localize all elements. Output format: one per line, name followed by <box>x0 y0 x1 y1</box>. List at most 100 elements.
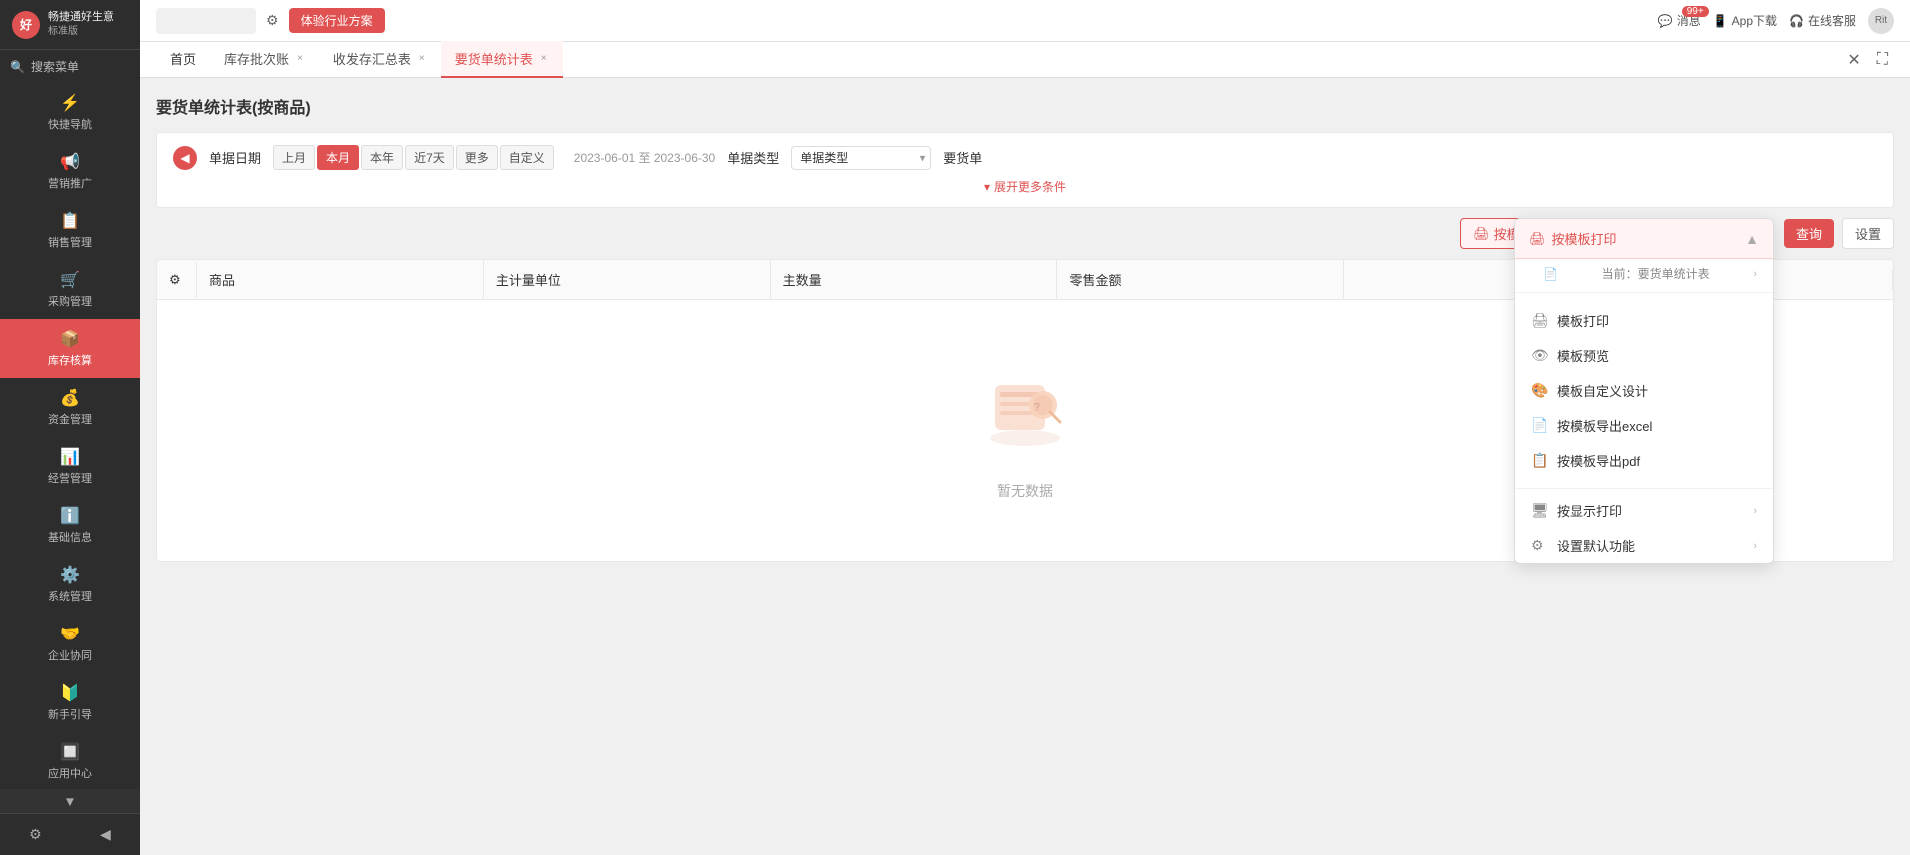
topbar: ⚙ 体验行业方案 💬 消息 99+ 📱 App下载 🎧 在线客服 Rit <box>140 0 1910 42</box>
order-type-label: 单据类型 <box>727 148 779 167</box>
tab-receipt-summary[interactable]: 收发存汇总表 × <box>319 41 441 78</box>
sidebar-scroll-down-btn[interactable]: ▼ <box>0 789 140 813</box>
template-design-icon: 🎨 <box>1531 382 1547 399</box>
sidebar-item-basic[interactable]: ℹ️ 基础信息 <box>0 496 140 555</box>
dropdown-items: 🖨 模板打印 👁 模板预览 🎨 模板自定义设计 📄 按模板导出excel <box>1515 297 1773 484</box>
order-type-select-wrapper: 单据类型 <box>791 146 931 170</box>
set-default-icon: ⚙ <box>1531 537 1547 554</box>
sidebar-item-guide[interactable]: 🔰 新手引导 <box>0 673 140 732</box>
dropdown-item-display-print[interactable]: 🖥 按显示打印 › <box>1515 493 1773 528</box>
date-btn-custom[interactable]: 自定义 <box>500 145 554 170</box>
th-settings[interactable]: ⚙ <box>157 262 197 298</box>
topbar-settings-btn[interactable]: ⚙ <box>260 10 285 31</box>
sidebar-item-finance[interactable]: 💰 资金管理 <box>0 378 140 437</box>
sidebar-item-marketing[interactable]: 📢 营销推广 <box>0 142 140 201</box>
finance-icon: 💰 <box>60 388 80 408</box>
inventory-icon: 📦 <box>60 329 80 349</box>
column-settings-icon: ⚙ <box>169 272 181 287</box>
dropdown-header: 🖨 按模板打印 ▲ <box>1515 219 1773 259</box>
display-print-icon: 🖥 <box>1531 502 1547 519</box>
query-btn[interactable]: 查询 <box>1784 219 1834 248</box>
settings-btn[interactable]: 设置 <box>1842 218 1894 249</box>
tab-close-batch-account[interactable]: × <box>295 52 305 65</box>
sidebar-item-purchase[interactable]: 🛒 采购管理 <box>0 260 140 319</box>
marketing-icon: 📢 <box>60 152 80 172</box>
topbar-search-box[interactable] <box>156 8 256 34</box>
search-menu-btn[interactable]: 🔍 搜索菜单 <box>0 50 140 83</box>
message-btn[interactable]: 💬 消息 99+ <box>1658 12 1701 29</box>
th-amount: 零售金额 <box>1057 260 1344 299</box>
print-dropdown-popup: 🖨 按模板打印 ▲ 📄 当前：要货单统计表 › 🖨 模板打印 <box>1514 218 1774 564</box>
sidebar-collapse-btn[interactable]: ◀ <box>96 822 115 847</box>
sidebar-item-operations[interactable]: 📊 经营管理 <box>0 437 140 496</box>
svg-text:?: ? <box>1034 402 1040 413</box>
filter-row: ◀ 单据日期 上月 本月 本年 近7天 更多 自定义 2023-06-01 至 … <box>173 145 1877 170</box>
date-btn-this-month[interactable]: 本月 <box>317 145 359 170</box>
dropdown-item-template-design[interactable]: 🎨 模板自定义设计 <box>1515 373 1773 408</box>
chevron-right-icon: › <box>1753 268 1757 280</box>
service-icon: 🎧 <box>1789 14 1804 28</box>
sidebar-nav: ⚡ 快捷导航 📢 营销推广 📋 销售管理 🛒 采购管理 📦 库存核算 💰 资金管… <box>0 83 140 789</box>
dropdown-item-export-pdf[interactable]: 📋 按模板导出pdf <box>1515 443 1773 478</box>
dropdown-item-set-default[interactable]: ⚙ 设置默认功能 › <box>1515 528 1773 563</box>
tab-expand-btn[interactable]: ⛶ <box>1871 48 1894 72</box>
empty-illustration: ? <box>975 360 1075 469</box>
th-quantity: 主数量 <box>771 260 1058 299</box>
app-download-btn[interactable]: 📱 App下载 <box>1713 12 1777 29</box>
dropdown-close-btn[interactable]: ▲ <box>1745 231 1759 247</box>
tab-close-btn[interactable]: ✕ <box>1841 48 1866 72</box>
demand-label: 要货单 <box>943 148 982 167</box>
dropdown-item-export-excel[interactable]: 📄 按模板导出excel <box>1515 408 1773 443</box>
trial-btn[interactable]: 体验行业方案 <box>289 8 385 33</box>
expand-icon: ▾ <box>984 180 990 194</box>
th-unit: 主计量单位 <box>484 260 771 299</box>
tab-bar: 首页 库存批次账 × 收发存汇总表 × 要货单统计表 × ✕ ⛶ <box>140 42 1910 78</box>
app-download-icon: 📱 <box>1713 14 1728 28</box>
topbar-right: 💬 消息 99+ 📱 App下载 🎧 在线客服 Rit <box>1658 8 1894 34</box>
sidebar-item-system[interactable]: ⚙️ 系统管理 <box>0 555 140 614</box>
tab-order-stats[interactable]: 要货单统计表 × <box>441 41 563 78</box>
sidebar-item-inventory[interactable]: 📦 库存核算 <box>0 319 140 378</box>
enterprise-icon: 🤝 <box>60 624 80 644</box>
apps-icon: 🔲 <box>60 742 80 762</box>
message-icon: 💬 <box>1658 14 1673 28</box>
sidebar-item-quick-nav[interactable]: ⚡ 快捷导航 <box>0 83 140 142</box>
tab-close-receipt-summary[interactable]: × <box>417 52 427 65</box>
user-btn[interactable]: Rit <box>1868 8 1894 34</box>
order-type-select[interactable]: 单据类型 <box>791 146 931 170</box>
dropdown-title: 🖨 按模板打印 <box>1529 229 1617 248</box>
online-service-btn[interactable]: 🎧 在线客服 <box>1789 12 1856 29</box>
page-content: 要货单统计表(按商品) ◀ 单据日期 上月 本月 本年 近7天 更多 自定义 2… <box>140 78 1910 855</box>
date-label: 单据日期 <box>209 148 261 167</box>
main-content: ⚙ 体验行业方案 💬 消息 99+ 📱 App下载 🎧 在线客服 Rit <box>140 0 1910 855</box>
date-btn-more[interactable]: 更多 <box>456 145 498 170</box>
filter-collapse-btn[interactable]: ◀ <box>173 146 197 170</box>
sales-icon: 📋 <box>60 211 80 231</box>
sidebar-item-sales[interactable]: 📋 销售管理 <box>0 201 140 260</box>
set-default-left: ⚙ 设置默认功能 <box>1531 536 1635 555</box>
dropdown-item-template-print[interactable]: 🖨 模板打印 <box>1515 303 1773 338</box>
filter-expand-btn[interactable]: ▾ 展开更多条件 <box>984 178 1066 195</box>
empty-text: 暂无数据 <box>997 481 1053 501</box>
sidebar-item-enterprise[interactable]: 🤝 企业协同 <box>0 614 140 673</box>
sidebar: 好 畅捷通好生意 标准版 🔍 搜索菜单 ⚡ 快捷导航 📢 营销推广 📋 销售管理… <box>0 0 140 855</box>
date-range: 2023-06-01 至 2023-06-30 <box>574 149 715 166</box>
collapse-icon: ◀ <box>100 826 111 842</box>
filter-bar: ◀ 单据日期 上月 本月 本年 近7天 更多 自定义 2023-06-01 至 … <box>156 132 1894 208</box>
tab-close-order-stats[interactable]: × <box>539 52 549 65</box>
tab-actions: ✕ ⛶ <box>1841 48 1894 72</box>
action-bar: 🖨 按模板打印 ▲ ↑ 导出 ↺ 刷新 ··· 查询 设置 🖨 按模板打印 <box>156 218 1894 249</box>
divider-2 <box>1515 488 1773 489</box>
dropdown-item-template-preview[interactable]: 👁 模板预览 <box>1515 338 1773 373</box>
date-btn-this-year[interactable]: 本年 <box>361 145 403 170</box>
date-btn-last-month[interactable]: 上月 <box>273 145 315 170</box>
date-btn-last-7-days[interactable]: 近7天 <box>405 145 454 170</box>
tab-home[interactable]: 首页 <box>156 41 210 78</box>
tab-batch-account[interactable]: 库存批次账 × <box>210 41 319 78</box>
sidebar-settings-btn[interactable]: ⚙ <box>25 822 46 847</box>
app-logo-icon: 好 <box>12 11 40 39</box>
display-print-chevron: › <box>1753 505 1757 517</box>
set-default-chevron: › <box>1753 540 1757 552</box>
sidebar-item-apps[interactable]: 🔲 应用中心 <box>0 732 140 789</box>
topbar-settings-icon: ⚙ <box>266 12 279 28</box>
